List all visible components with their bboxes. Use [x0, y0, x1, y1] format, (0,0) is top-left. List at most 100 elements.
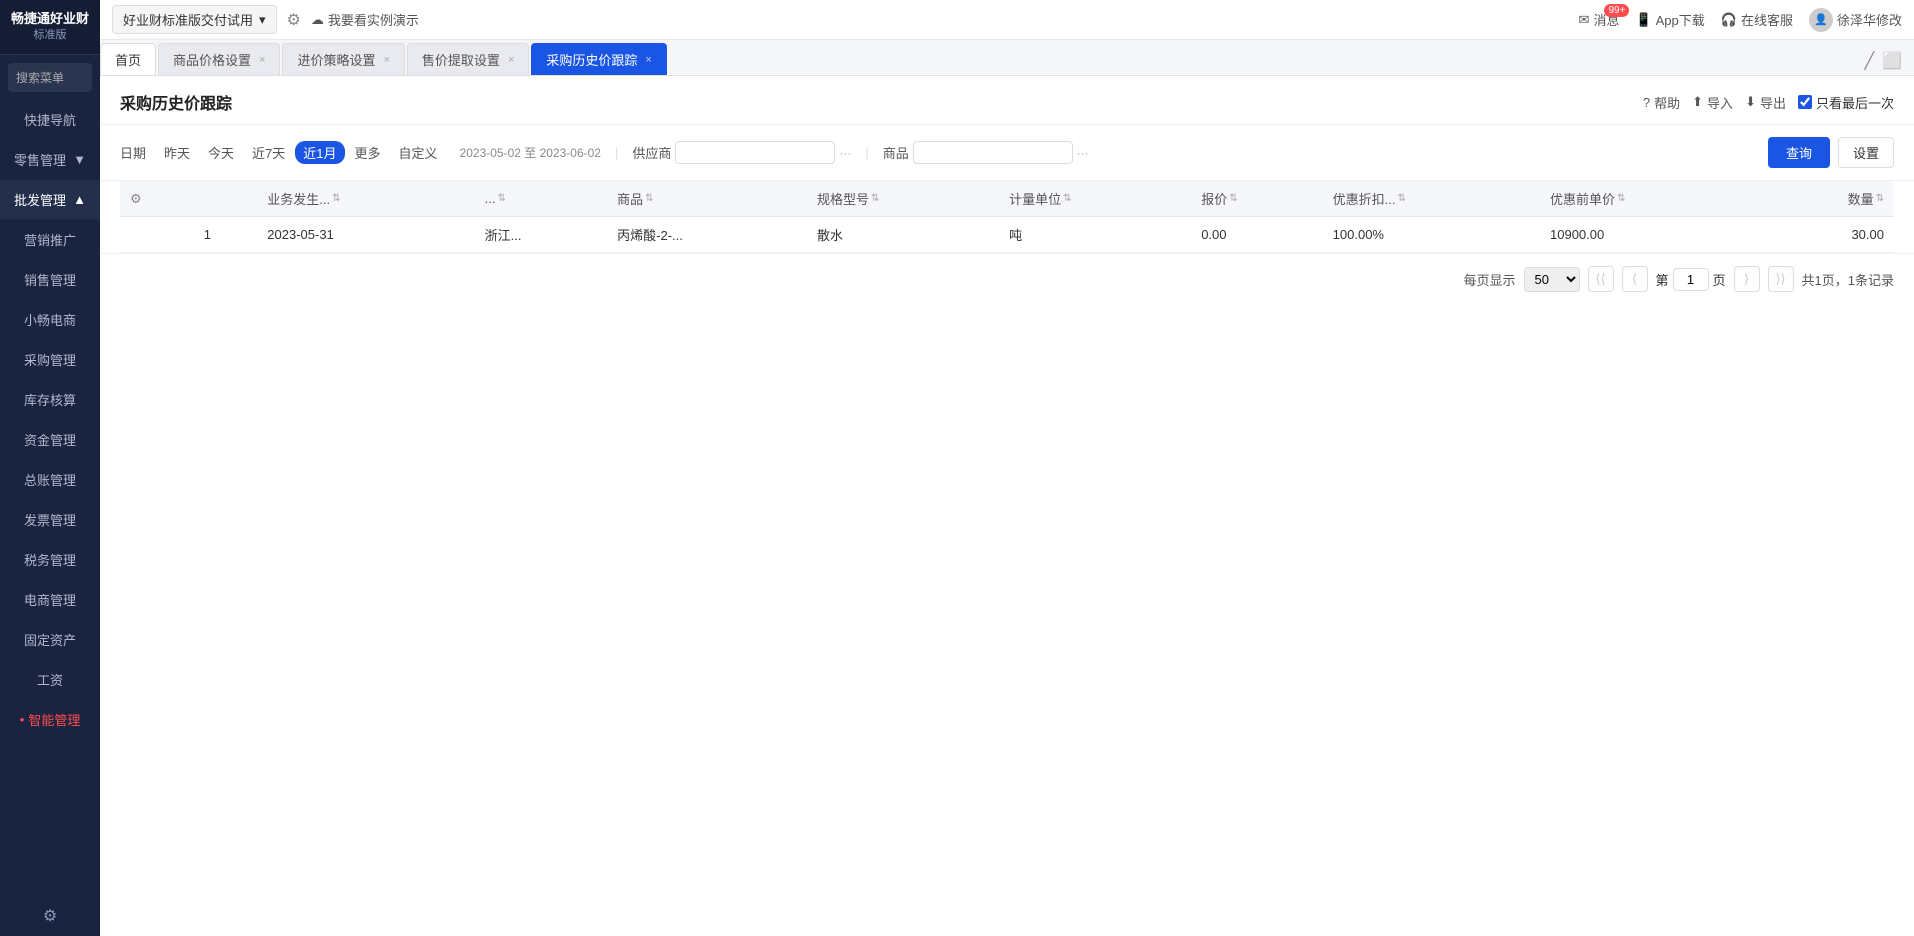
sidebar-item-ecommerce[interactable]: 电商管理: [0, 580, 100, 620]
tab-price-label: 商品价格设置: [173, 50, 251, 69]
latest-only-checkbox-label[interactable]: 只看最后一次: [1798, 93, 1894, 112]
supplier-dots[interactable]: ···: [839, 146, 851, 160]
filter-separator-1: |: [615, 145, 618, 160]
th-price[interactable]: 报价 ⇅: [1191, 181, 1322, 217]
import-link[interactable]: ⬆ 导入: [1692, 93, 1733, 112]
tab-price-close-icon[interactable]: ×: [259, 54, 265, 66]
th-discount[interactable]: 优惠折扣... ⇅: [1323, 181, 1540, 217]
cell-product: 丙烯酸-2-...: [607, 217, 807, 253]
help-link[interactable]: ? 帮助: [1643, 93, 1680, 112]
user-menu[interactable]: 👤 徐泽华修改: [1809, 8, 1902, 32]
th-spec[interactable]: 规格型号 ⇅: [807, 181, 999, 217]
product-field: 商品 ···: [883, 141, 1089, 164]
page-input[interactable]: [1673, 268, 1709, 291]
page-prefix-label: 第: [1656, 270, 1669, 289]
pagination-last-button[interactable]: ⟩⟩: [1768, 266, 1794, 292]
th-date[interactable]: 业务发生... ⇅: [257, 181, 474, 217]
data-table: ⚙ 业务发生... ⇅ ... ⇅: [120, 181, 1894, 253]
sidebar-item-assets[interactable]: 固定资产: [0, 620, 100, 660]
sidebar-item-purchase[interactable]: 采购管理: [0, 340, 100, 380]
online-service-button[interactable]: 🎧 在线客服: [1721, 10, 1793, 29]
tab-purchase-strategy[interactable]: 进价策略设置 ×: [282, 43, 404, 75]
export-link[interactable]: ⬇ 导出: [1745, 93, 1786, 112]
filter-actions: 查询 设置: [1768, 137, 1894, 168]
sidebar-item-marketing[interactable]: 营销推广: [0, 220, 100, 260]
pagination-prev-button[interactable]: ⟨: [1622, 266, 1648, 292]
sidebar-item-ecommerce-small[interactable]: 小畅电商: [0, 300, 100, 340]
tab-home[interactable]: 首页: [100, 43, 156, 75]
setting-button[interactable]: 设置: [1838, 137, 1894, 168]
avatar: 👤: [1809, 8, 1833, 32]
pagination-first-button[interactable]: ⟨⟨: [1588, 266, 1614, 292]
tab-purchase-history-close-icon[interactable]: ×: [645, 54, 651, 66]
message-badge: 99+: [1604, 4, 1629, 17]
cell-num: 1: [194, 217, 257, 253]
th-product[interactable]: 商品 ⇅: [607, 181, 807, 217]
date-btn-7days[interactable]: 近7天: [244, 141, 293, 164]
sort-product-icon: ⇅: [645, 193, 653, 204]
th-dots[interactable]: ... ⇅: [475, 181, 608, 217]
sidebar-item-retail[interactable]: 零售管理 ▼: [0, 140, 100, 180]
per-page-select[interactable]: 50 10 20 100: [1524, 267, 1580, 292]
tab-purchase-strategy-close-icon[interactable]: ×: [383, 54, 389, 66]
tab-collapse-button[interactable]: ╱: [1860, 47, 1878, 75]
headset-icon: 🎧: [1721, 12, 1737, 28]
cell-quantity: 30.00: [1762, 217, 1894, 253]
sidebar-item-finance[interactable]: 资金管理: [0, 420, 100, 460]
tab-price[interactable]: 商品价格设置 ×: [158, 43, 280, 75]
version-selector[interactable]: 好业财标准版交付试用 ▾: [112, 5, 277, 34]
sidebar-item-wholesale[interactable]: 批发管理 ▲: [0, 180, 100, 220]
supplier-field: 供应商 ···: [632, 141, 851, 164]
date-btn-more[interactable]: 更多: [347, 141, 389, 164]
search-menu-button[interactable]: 搜索菜单: [8, 63, 92, 92]
supplier-input[interactable]: [675, 141, 835, 164]
product-input[interactable]: [913, 141, 1073, 164]
query-button[interactable]: 查询: [1768, 137, 1830, 168]
message-button[interactable]: ✉ 消息 99+: [1579, 10, 1620, 29]
tab-purchase-history[interactable]: 采购历史价跟踪 ×: [531, 43, 666, 75]
sort-discount-icon: ⇅: [1398, 193, 1406, 204]
app-download-button[interactable]: 📱 App下载: [1635, 10, 1704, 29]
topbar-right: ✉ 消息 99+ 📱 App下载 🎧 在线客服 👤 徐泽华修改: [1579, 8, 1902, 32]
import-icon: ⬆: [1692, 94, 1703, 110]
page-title: 采购历史价跟踪: [120, 90, 232, 114]
demo-cloud-icon: ☁: [311, 12, 324, 28]
tab-expand-button[interactable]: ⬜: [1878, 47, 1906, 75]
date-range-display: 2023-05-02 至 2023-06-02: [460, 144, 601, 161]
latest-only-checkbox[interactable]: [1798, 95, 1812, 109]
date-btn-today[interactable]: 今天: [200, 141, 242, 164]
th-pre-discount-price[interactable]: 优惠前单价 ⇅: [1540, 181, 1762, 217]
sidebar-bottom: ⚙: [0, 896, 100, 936]
sidebar-item-general-ledger[interactable]: 总账管理: [0, 460, 100, 500]
cell-dots: 浙江...: [475, 217, 608, 253]
sort-quantity-icon: ⇅: [1876, 193, 1884, 204]
demo-button[interactable]: ☁ 我要看实例演示: [311, 10, 419, 29]
gear-icon[interactable]: ⚙: [43, 908, 57, 925]
settings-icon[interactable]: ⚙: [287, 10, 301, 30]
cell-spec: 散水: [807, 217, 999, 253]
tab-sale-price[interactable]: 售价提取设置 ×: [407, 43, 529, 75]
sidebar-item-smart[interactable]: ● 智能管理: [0, 700, 100, 740]
date-btn-1month[interactable]: 近1月: [295, 141, 344, 164]
sidebar-item-salary[interactable]: 工资: [0, 660, 100, 700]
tab-actions: ╱ ⬜: [1860, 47, 1914, 75]
sidebar-item-stock[interactable]: 库存核算: [0, 380, 100, 420]
filter-row: 日期 昨天 今天 近7天 近1月 更多 自定义 2023-05-02 至 202…: [120, 137, 1894, 168]
th-gear[interactable]: ⚙: [120, 181, 194, 217]
pagination-next-button[interactable]: ⟩: [1734, 266, 1760, 292]
sidebar-item-tax[interactable]: 税务管理: [0, 540, 100, 580]
th-quantity[interactable]: 数量 ⇅: [1762, 181, 1894, 217]
th-unit[interactable]: 计量单位 ⇅: [999, 181, 1191, 217]
date-filter-label: 日期: [120, 143, 146, 162]
tab-purchase-strategy-label: 进价策略设置: [297, 50, 375, 69]
sidebar-item-quicknav[interactable]: 快捷导航: [0, 100, 100, 140]
online-service-label: 在线客服: [1741, 10, 1793, 29]
pagination-page: 第 页: [1656, 268, 1726, 291]
product-dots[interactable]: ···: [1077, 146, 1089, 160]
sidebar-item-sales[interactable]: 销售管理: [0, 260, 100, 300]
page-header: 采购历史价跟踪 ? 帮助 ⬆ 导入 ⬇ 导出 只看最后一次: [100, 76, 1914, 125]
date-btn-custom[interactable]: 自定义: [391, 141, 446, 164]
date-btn-yesterday[interactable]: 昨天: [156, 141, 198, 164]
tab-sale-price-close-icon[interactable]: ×: [508, 54, 514, 66]
sidebar-item-invoice[interactable]: 发票管理: [0, 500, 100, 540]
